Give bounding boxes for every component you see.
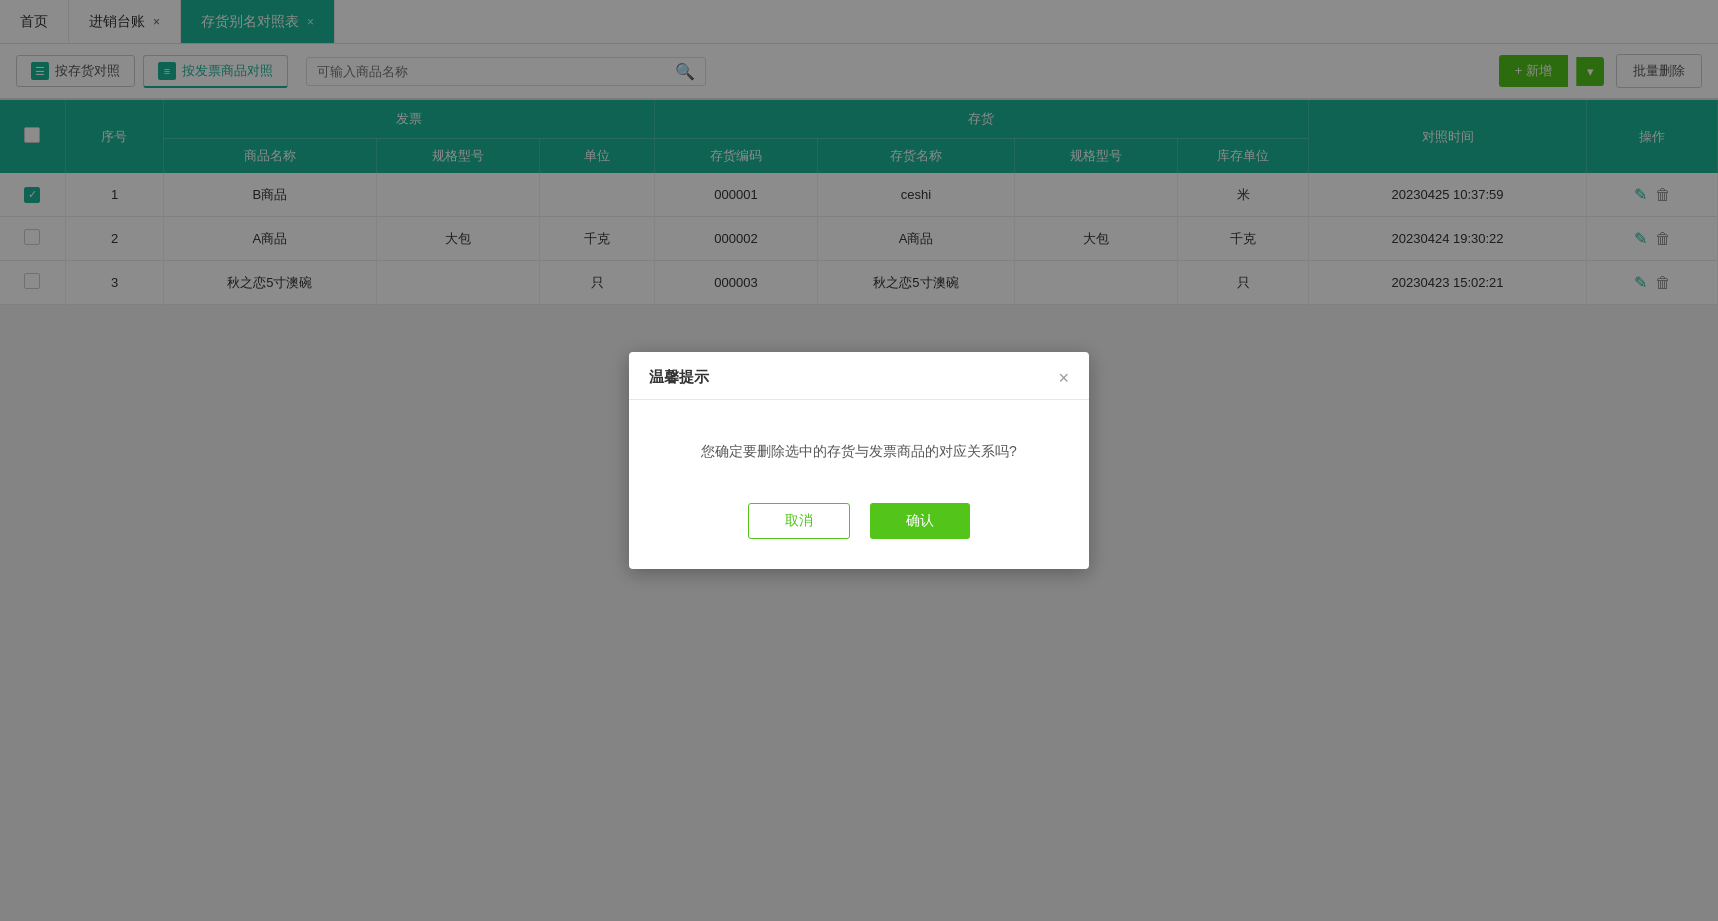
dialog: 温馨提示 × 您确定要删除选中的存货与发票商品的对应关系吗? 取消 确认: [629, 352, 1089, 568]
dialog-confirm-button[interactable]: 确认: [870, 503, 970, 539]
dialog-title: 温馨提示: [649, 368, 709, 387]
dialog-overlay: 温馨提示 × 您确定要删除选中的存货与发票商品的对应关系吗? 取消 确认: [0, 0, 1718, 921]
dialog-footer: 取消 确认: [629, 493, 1089, 569]
dialog-cancel-button[interactable]: 取消: [748, 503, 850, 539]
dialog-body: 您确定要删除选中的存货与发票商品的对应关系吗?: [629, 400, 1089, 492]
dialog-message: 您确定要删除选中的存货与发票商品的对应关系吗?: [701, 443, 1017, 459]
dialog-header: 温馨提示 ×: [629, 352, 1089, 400]
dialog-close-button[interactable]: ×: [1058, 369, 1069, 387]
